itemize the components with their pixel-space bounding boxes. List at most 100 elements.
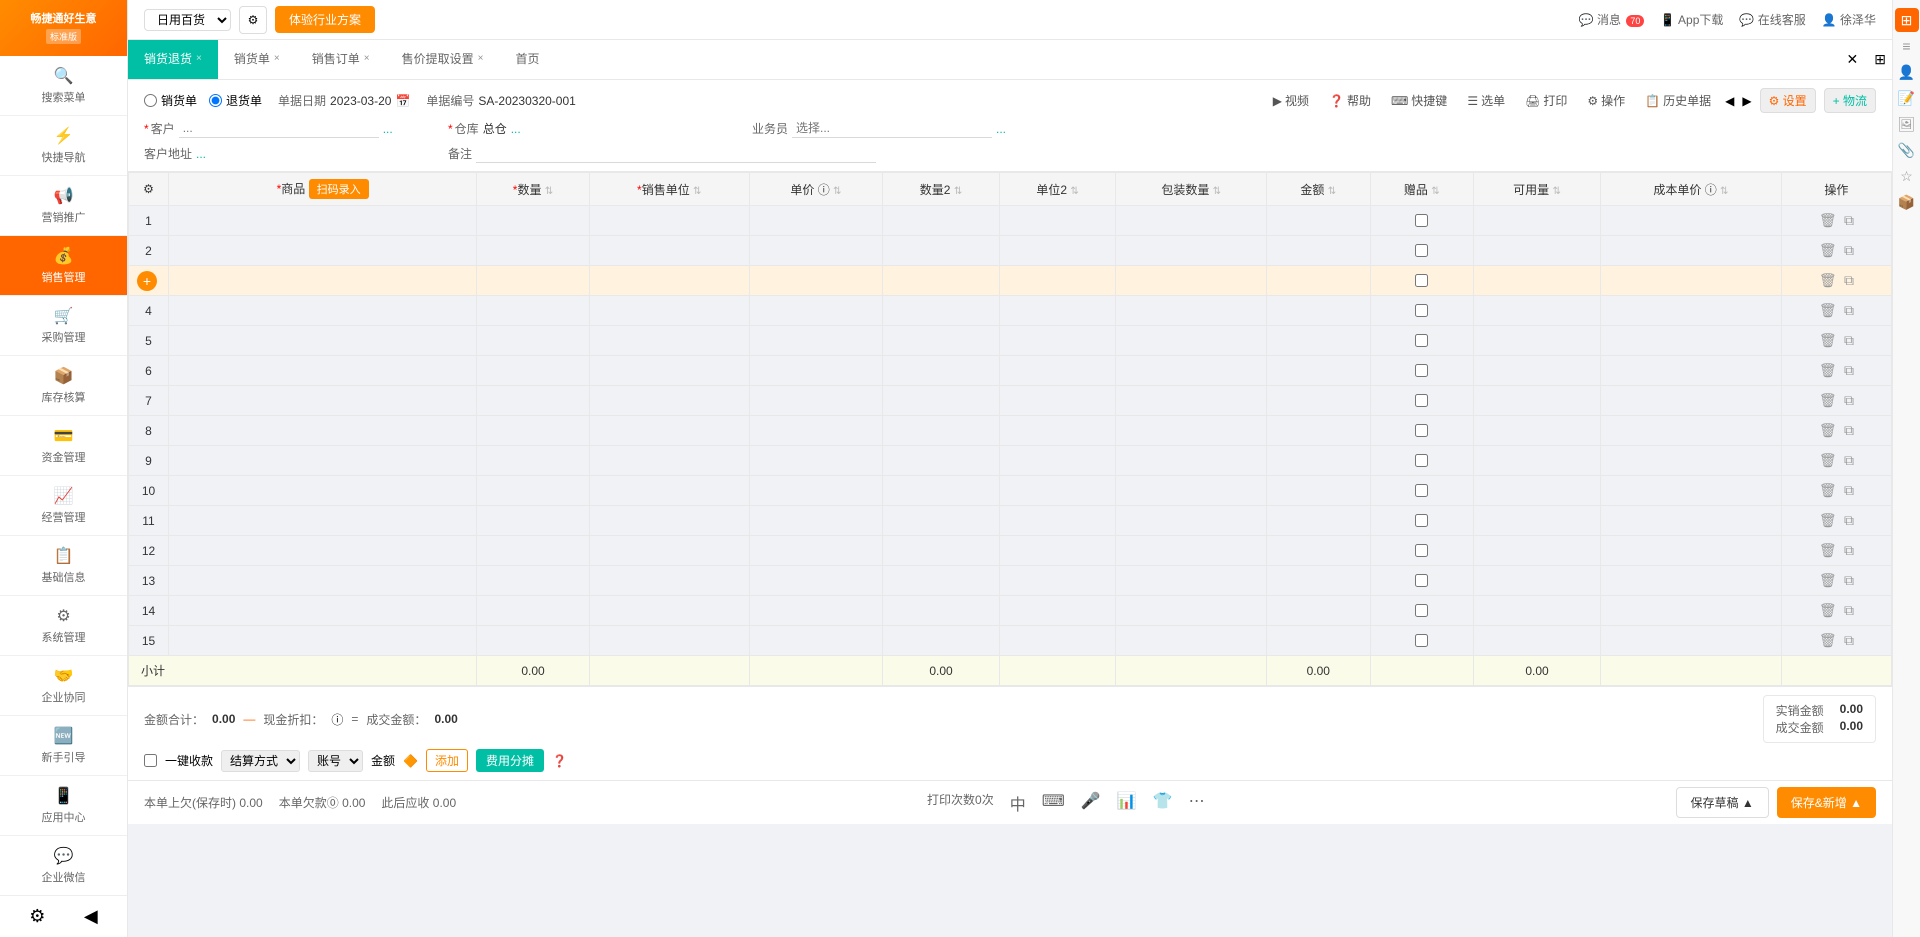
price-cell[interactable]	[749, 386, 883, 416]
unit-cell[interactable]	[589, 476, 749, 506]
product-cell[interactable]	[169, 506, 477, 536]
available-cell[interactable]	[1474, 326, 1601, 356]
close-tab-icon[interactable]: ✕	[1837, 51, 1869, 68]
pack-qty-cell[interactable]	[1116, 506, 1267, 536]
pack-qty-cell[interactable]	[1116, 296, 1267, 326]
available-cell[interactable]	[1474, 536, 1601, 566]
price-cell[interactable]	[749, 506, 883, 536]
delete-row-icon[interactable]: 🗑	[1819, 362, 1837, 378]
available-cell[interactable]	[1474, 236, 1601, 266]
delete-row-icon[interactable]: 🗑	[1819, 452, 1837, 468]
unit-cell[interactable]	[589, 386, 749, 416]
sidebar-item-基础信息[interactable]: 📋基础信息	[0, 536, 127, 596]
available-cell[interactable]	[1474, 266, 1601, 296]
qty2-cell[interactable]	[883, 596, 1000, 626]
gift-cell[interactable]	[1370, 416, 1474, 446]
pack-qty-cell[interactable]	[1116, 416, 1267, 446]
calendar-icon[interactable]: 📅	[395, 94, 410, 108]
qty-cell[interactable]	[477, 416, 590, 446]
product-cell[interactable]	[169, 416, 477, 446]
product-input[interactable]	[253, 603, 393, 618]
delete-row-icon[interactable]: 🗑	[1819, 632, 1837, 648]
logistics-button[interactable]: + 物流	[1824, 88, 1876, 113]
salesperson-picker[interactable]: ...	[996, 122, 1006, 136]
gift-checkbox[interactable]	[1415, 244, 1428, 257]
message-button[interactable]: 💬 消息 70	[1579, 11, 1645, 28]
cost-cell[interactable]	[1601, 596, 1782, 626]
pack-qty-cell[interactable]	[1116, 236, 1267, 266]
cost-cell[interactable]	[1601, 356, 1782, 386]
right-panel-note-icon[interactable]: 📝	[1895, 86, 1919, 110]
qty-cell[interactable]	[477, 596, 590, 626]
qty2-cell[interactable]	[883, 236, 1000, 266]
history-action[interactable]: 📋 历史单据	[1639, 90, 1717, 111]
qty-cell[interactable]	[477, 476, 590, 506]
product-input[interactable]	[253, 363, 393, 378]
available-cell[interactable]	[1474, 416, 1601, 446]
price-cell[interactable]	[749, 356, 883, 386]
unit-cell[interactable]	[589, 266, 749, 296]
amount-cell[interactable]	[1267, 506, 1371, 536]
amount-cell[interactable]	[1267, 596, 1371, 626]
gift-cell[interactable]	[1370, 476, 1474, 506]
gift-cell[interactable]	[1370, 236, 1474, 266]
unit-cell[interactable]	[589, 446, 749, 476]
tab-close-销售订单[interactable]: ×	[364, 53, 370, 64]
product-input[interactable]	[253, 213, 393, 228]
pack-qty-cell[interactable]	[1116, 596, 1267, 626]
account-select[interactable]: 账号	[308, 750, 363, 772]
salesperson-input[interactable]	[792, 119, 992, 138]
product-cell[interactable]	[169, 446, 477, 476]
discount-info-icon[interactable]: ⓘ	[331, 711, 343, 728]
right-panel-image-icon[interactable]: 🖼	[1895, 112, 1919, 136]
sidebar-footer[interactable]: ⚙ ◀	[0, 895, 127, 937]
product-cell[interactable]	[169, 236, 477, 266]
qty-cell[interactable]	[477, 506, 590, 536]
radio-sale-label[interactable]: 销货单	[144, 92, 197, 109]
product-input[interactable]	[253, 513, 393, 528]
cost-cell[interactable]	[1601, 266, 1782, 296]
unit-cell[interactable]	[589, 206, 749, 236]
available-cell[interactable]	[1474, 506, 1601, 536]
price-cell[interactable]	[749, 566, 883, 596]
copy-row-icon[interactable]: ⧉	[1844, 212, 1854, 228]
gift-checkbox[interactable]	[1415, 214, 1428, 227]
qty2-cell[interactable]	[883, 296, 1000, 326]
address-picker[interactable]: ...	[196, 147, 206, 161]
unit2-cell[interactable]	[999, 266, 1116, 296]
maximize-icon[interactable]: ⊞	[1868, 51, 1892, 68]
pack-qty-cell[interactable]	[1116, 536, 1267, 566]
add-row-button[interactable]: +	[137, 271, 157, 291]
tab-销货单[interactable]: 销货单×	[218, 40, 296, 79]
amount-cell[interactable]	[1267, 386, 1371, 416]
unit-cell[interactable]	[589, 326, 749, 356]
available-cell[interactable]	[1474, 476, 1601, 506]
save-new-button[interactable]: 保存&新增 ▲	[1777, 787, 1876, 818]
amount-cell[interactable]	[1267, 566, 1371, 596]
online-service-button[interactable]: 💬 在线客服	[1739, 11, 1805, 28]
settings-gear-button[interactable]: ⚙	[239, 6, 267, 34]
qty-sort[interactable]: ⇅	[545, 186, 553, 197]
sidebar-item-营销推广[interactable]: 📢营销推广	[0, 176, 127, 236]
right-panel-clip-icon[interactable]: 📎	[1895, 138, 1919, 162]
qty2-cell[interactable]	[883, 356, 1000, 386]
select-action[interactable]: ☰ 选单	[1461, 90, 1511, 111]
gift-checkbox[interactable]	[1415, 364, 1428, 377]
delete-row-icon[interactable]: 🗑	[1819, 572, 1837, 588]
sidebar-item-企业协同[interactable]: 🤝企业协同	[0, 656, 127, 716]
qty2-cell[interactable]	[883, 206, 1000, 236]
cost-cell[interactable]	[1601, 296, 1782, 326]
unit2-cell[interactable]	[999, 206, 1116, 236]
pack-qty-cell[interactable]	[1116, 206, 1267, 236]
price-cell[interactable]	[749, 536, 883, 566]
input-method-icon[interactable]: 中	[1010, 791, 1026, 815]
cost-cell[interactable]	[1601, 446, 1782, 476]
help-action[interactable]: ❓ 帮助	[1323, 90, 1377, 111]
copy-row-icon[interactable]: ⧉	[1844, 272, 1854, 288]
unit2-cell[interactable]	[999, 236, 1116, 266]
unit2-cell[interactable]	[999, 296, 1116, 326]
sidebar-item-新手引导[interactable]: 🆕新手引导	[0, 716, 127, 776]
product-input[interactable]	[253, 243, 393, 258]
gift-checkbox[interactable]	[1415, 394, 1428, 407]
cost-cell[interactable]	[1601, 566, 1782, 596]
